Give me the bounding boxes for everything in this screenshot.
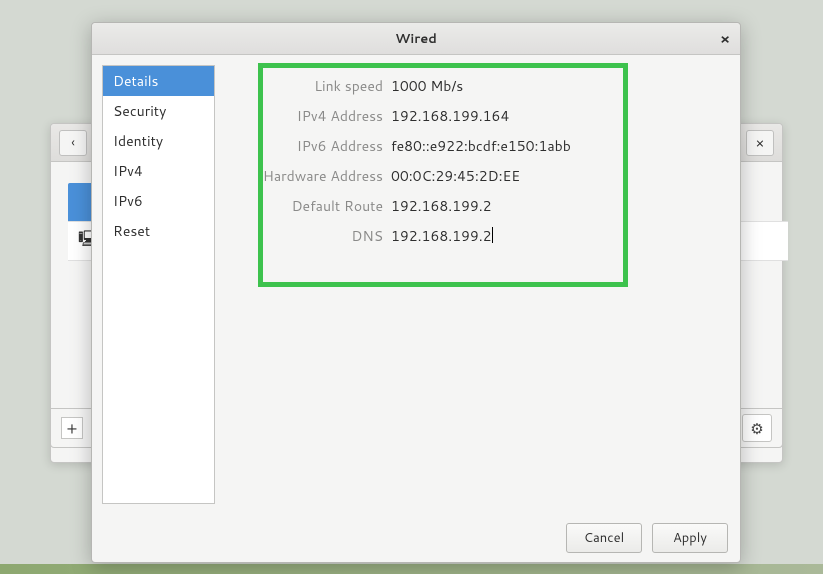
modal-body: Details Security Identity IPv4 IPv6 Rese… <box>92 55 740 514</box>
modal-footer: Cancel Apply <box>92 514 740 562</box>
add-button[interactable]: + <box>61 417 83 439</box>
bg-close-button[interactable]: × <box>746 130 774 156</box>
cancel-button[interactable]: Cancel <box>566 523 642 553</box>
sidebar-item-ipv4[interactable]: IPv4 <box>103 156 214 186</box>
wired-settings-modal: Wired × Details Security Identity IPv4 I… <box>91 22 741 563</box>
apply-button[interactable]: Apply <box>652 523 728 553</box>
value-ipv6: fe80::e922:bcdf:e150:1abb <box>391 136 571 156</box>
sidebar-item-security[interactable]: Security <box>103 96 214 126</box>
desktop-background <box>0 564 823 574</box>
gear-icon[interactable]: ⚙ <box>742 414 772 442</box>
sidebar-item-ipv6[interactable]: IPv6 <box>103 186 214 216</box>
value-ipv4: 192.168.199.164 <box>391 106 509 126</box>
value-link-speed: 1000 Mb/s <box>391 76 463 96</box>
label-ipv4: IPv4 Address <box>227 106 391 126</box>
modal-header: Wired × <box>92 23 740 55</box>
detail-row-ipv4: IPv4 Address 192.168.199.164 <box>227 101 730 131</box>
details-grid: Link speed 1000 Mb/s IPv4 Address 192.16… <box>227 65 730 257</box>
label-ipv6: IPv6 Address <box>227 136 391 156</box>
label-link-speed: Link speed <box>227 76 391 96</box>
detail-row-dns: DNS 192.168.199.2 <box>227 221 730 251</box>
sidebar-item-details[interactable]: Details <box>103 66 214 96</box>
value-default-route: 192.168.199.2 <box>391 196 492 216</box>
detail-row-default-route: Default Route 192.168.199.2 <box>227 191 730 221</box>
detail-row-link-speed: Link speed 1000 Mb/s <box>227 71 730 101</box>
details-panel: Link speed 1000 Mb/s IPv4 Address 192.16… <box>227 65 730 504</box>
detail-row-ipv6: IPv6 Address fe80::e922:bcdf:e150:1abb <box>227 131 730 161</box>
sidebar-item-reset[interactable]: Reset <box>103 216 214 246</box>
label-hardware: Hardware Address <box>227 166 391 186</box>
value-dns: 192.168.199.2 <box>391 226 492 246</box>
label-dns: DNS <box>227 226 391 246</box>
close-icon[interactable]: × <box>720 29 730 49</box>
modal-title: Wired <box>395 30 437 48</box>
back-button[interactable]: ‹ <box>59 130 87 156</box>
value-hardware: 00:0C:29:45:2D:EE <box>391 166 520 186</box>
detail-row-hardware: Hardware Address 00:0C:29:45:2D:EE <box>227 161 730 191</box>
label-default-route: Default Route <box>227 196 391 216</box>
settings-sidebar: Details Security Identity IPv4 IPv6 Rese… <box>102 65 215 504</box>
sidebar-item-identity[interactable]: Identity <box>103 126 214 156</box>
